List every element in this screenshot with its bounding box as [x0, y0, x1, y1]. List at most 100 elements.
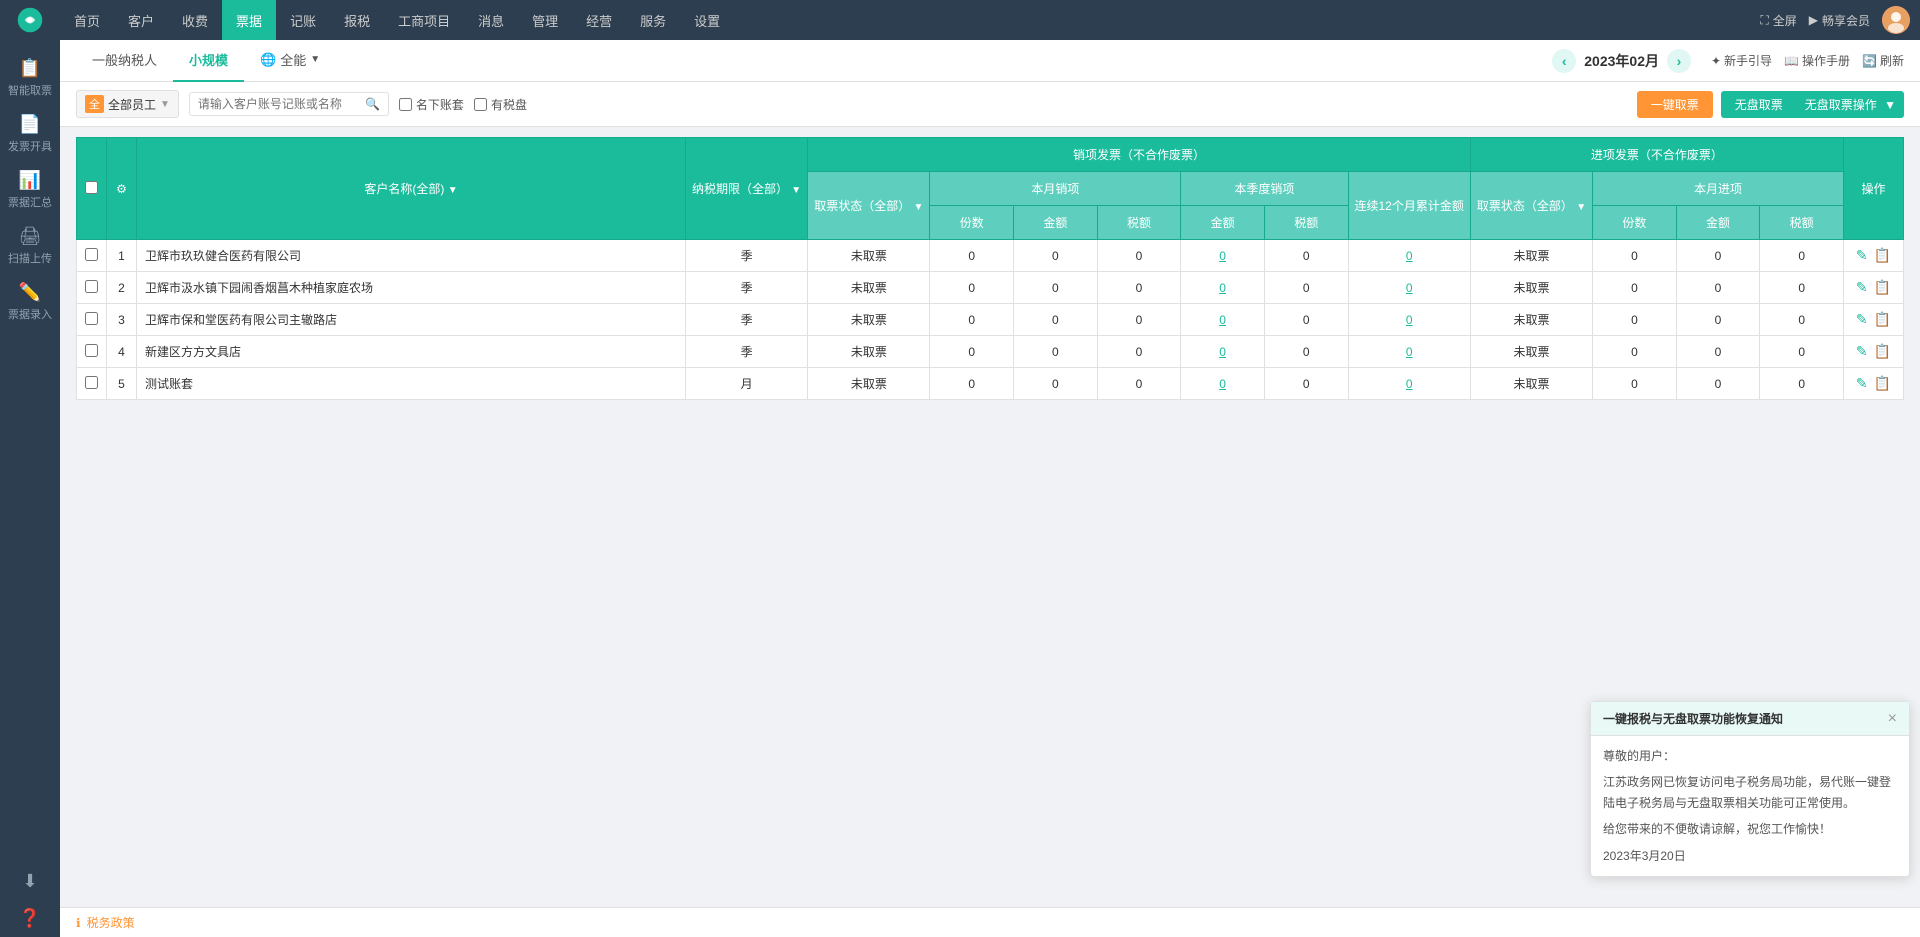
row-sales-cumulative: 0 — [1348, 336, 1470, 368]
row-checkbox-cell[interactable] — [77, 368, 107, 400]
nav-business[interactable]: 工商项目 — [384, 0, 464, 40]
sidebar-item-invoice-summary[interactable]: 📊 票据汇总 — [0, 162, 60, 218]
tax-policy-link[interactable]: 税务政策 — [87, 914, 135, 931]
edit-icon[interactable]: ✎ — [1856, 343, 1868, 360]
col-sales-status[interactable]: 取票状态（全部） ▼ — [808, 172, 930, 240]
row-purchase-monthly-shares: 0 — [1593, 368, 1677, 400]
select-all-checkbox[interactable] — [85, 181, 98, 194]
employee-filter-select[interactable]: 全 全部员工 ▼ — [76, 90, 179, 118]
row-checkbox[interactable] — [85, 344, 98, 357]
tab-small-scale[interactable]: 小规模 — [173, 40, 244, 82]
col-customer-name[interactable]: 客户名称(全部) ▼ — [137, 138, 686, 240]
help-icon: ❓ — [19, 908, 41, 929]
settings-icon[interactable]: ⚙ — [116, 182, 127, 196]
nav-operations[interactable]: 经营 — [572, 0, 626, 40]
tax-disk-checkbox[interactable] — [474, 98, 487, 111]
row-checkbox-cell[interactable] — [77, 272, 107, 304]
edit-icon[interactable]: ✎ — [1856, 311, 1868, 328]
member-btn[interactable]: ▶ 畅享会员 — [1809, 12, 1870, 29]
sidebar-item-help[interactable]: ❓ — [0, 900, 60, 937]
nav-service[interactable]: 服务 — [626, 0, 680, 40]
row-sales-monthly-tax: 0 — [1097, 336, 1181, 368]
star-icon: ✦ — [1711, 54, 1721, 68]
my-account-checkbox-label[interactable]: 名下账套 — [399, 96, 464, 113]
detail-icon[interactable]: 📋 — [1874, 247, 1891, 264]
period-prev-btn[interactable]: ‹ — [1552, 49, 1576, 73]
row-customer-name[interactable]: 测试账套 — [137, 368, 686, 400]
top-nav: 首页 客户 收费 票据 记账 报税 工商项目 消息 管理 经营 服务 设置 ⛶ … — [0, 0, 1920, 40]
col-header-purchase: 进项发票（不合作废票） — [1470, 138, 1843, 172]
nav-message[interactable]: 消息 — [464, 0, 518, 40]
chevron-down-icon: ▼ — [310, 54, 320, 65]
row-purchase-monthly-tax: 0 — [1760, 240, 1844, 272]
user-avatar[interactable] — [1882, 6, 1910, 34]
sidebar: 📋 智能取票 📄 发票开具 📊 票据汇总 🖨 扫描上传 ✏️ 票据录入 ⬇ ❓ — [0, 40, 60, 937]
nav-management[interactable]: 管理 — [518, 0, 572, 40]
search-icon[interactable]: 🔍 — [365, 97, 380, 111]
download-icon: ⬇ — [22, 871, 37, 892]
notification-close-btn[interactable]: × — [1888, 711, 1897, 727]
manual-link[interactable]: 📖 操作手册 — [1784, 52, 1850, 69]
row-customer-name[interactable]: 新建区方方文具店 — [137, 336, 686, 368]
sidebar-item-invoice-open[interactable]: 📄 发票开具 — [0, 106, 60, 162]
tab-general-taxpayer[interactable]: 一般纳税人 — [76, 40, 173, 82]
no-disk-ops-btn[interactable]: 无盘取票操作 ▼ — [1797, 91, 1904, 118]
row-checkbox-cell[interactable] — [77, 304, 107, 336]
col-purchase-monthly-amount: 金额 — [1676, 206, 1760, 240]
row-actions: ✎ 📋 — [1844, 272, 1904, 304]
detail-icon[interactable]: 📋 — [1874, 343, 1891, 360]
col-sales-monthly-amount: 金额 — [1014, 206, 1098, 240]
col-tax-period[interactable]: 纳税期限（全部） ▼ — [685, 138, 807, 240]
refresh-link[interactable]: 🔄 刷新 — [1862, 52, 1904, 69]
period-next-btn[interactable]: › — [1667, 49, 1691, 73]
row-checkbox[interactable] — [85, 280, 98, 293]
detail-icon[interactable]: 📋 — [1874, 279, 1891, 296]
sidebar-item-smart-fetch[interactable]: 📋 智能取票 — [0, 50, 60, 106]
row-checkbox-cell[interactable] — [77, 240, 107, 272]
edit-icon[interactable]: ✎ — [1856, 279, 1868, 296]
nav-home[interactable]: 首页 — [60, 0, 114, 40]
nav-invoice[interactable]: 票据 — [222, 0, 276, 40]
row-period: 季 — [685, 240, 807, 272]
sidebar-item-scan-upload[interactable]: 🖨 扫描上传 — [0, 218, 60, 274]
col-sales-quarterly-amount: 金额 — [1181, 206, 1265, 240]
row-period: 季 — [685, 336, 807, 368]
row-customer-name[interactable]: 卫辉市保和堂医药有限公司主辙路店 — [137, 304, 686, 336]
logo — [10, 6, 50, 34]
edit-icon[interactable]: ✎ — [1856, 375, 1868, 392]
row-checkbox-cell[interactable] — [77, 336, 107, 368]
nav-tax[interactable]: 报税 — [330, 0, 384, 40]
nav-settings[interactable]: 设置 — [680, 0, 734, 40]
nav-bookkeeping[interactable]: 记账 — [276, 0, 330, 40]
my-account-checkbox[interactable] — [399, 98, 412, 111]
row-sales-quarterly-amount: 0 — [1181, 304, 1265, 336]
detail-icon[interactable]: 📋 — [1874, 375, 1891, 392]
one-key-fetch-btn[interactable]: 一键取票 — [1637, 91, 1713, 118]
sidebar-item-download[interactable]: ⬇ — [0, 863, 60, 900]
row-purchase-status: 未取票 — [1470, 240, 1592, 272]
fullscreen-btn[interactable]: ⛶ 全屏 — [1760, 12, 1796, 29]
edit-icon[interactable]: ✎ — [1856, 247, 1868, 264]
row-period: 季 — [685, 272, 807, 304]
row-purchase-monthly-amount: 0 — [1676, 240, 1760, 272]
row-sales-cumulative: 0 — [1348, 368, 1470, 400]
row-sales-monthly-shares: 0 — [930, 304, 1014, 336]
nav-customer[interactable]: 客户 — [114, 0, 168, 40]
no-disk-btn[interactable]: 无盘取票 — [1721, 91, 1797, 118]
new-guide-link[interactable]: ✦ 新手引导 — [1711, 52, 1772, 69]
tab-all[interactable]: 🌐 全能 ▼ — [244, 40, 336, 82]
row-sales-status: 未取票 — [808, 336, 930, 368]
sidebar-item-invoice-entry[interactable]: ✏️ 票据录入 — [0, 274, 60, 330]
row-customer-name[interactable]: 卫辉市汲水镇下园闹香烟菖木种植家庭农场 — [137, 272, 686, 304]
row-checkbox[interactable] — [85, 312, 98, 325]
col-settings: ⚙ — [107, 138, 137, 240]
tax-disk-checkbox-label[interactable]: 有税盘 — [474, 96, 527, 113]
row-customer-name[interactable]: 卫辉市玖玖健合医药有限公司 — [137, 240, 686, 272]
row-checkbox[interactable] — [85, 376, 98, 389]
row-checkbox[interactable] — [85, 248, 98, 261]
detail-icon[interactable]: 📋 — [1874, 311, 1891, 328]
nav-billing[interactable]: 收费 — [168, 0, 222, 40]
search-input[interactable] — [198, 97, 361, 111]
col-purchase-status[interactable]: 取票状态（全部） ▼ — [1470, 172, 1592, 240]
notif-date: 2023年3月20日 — [1603, 846, 1897, 866]
